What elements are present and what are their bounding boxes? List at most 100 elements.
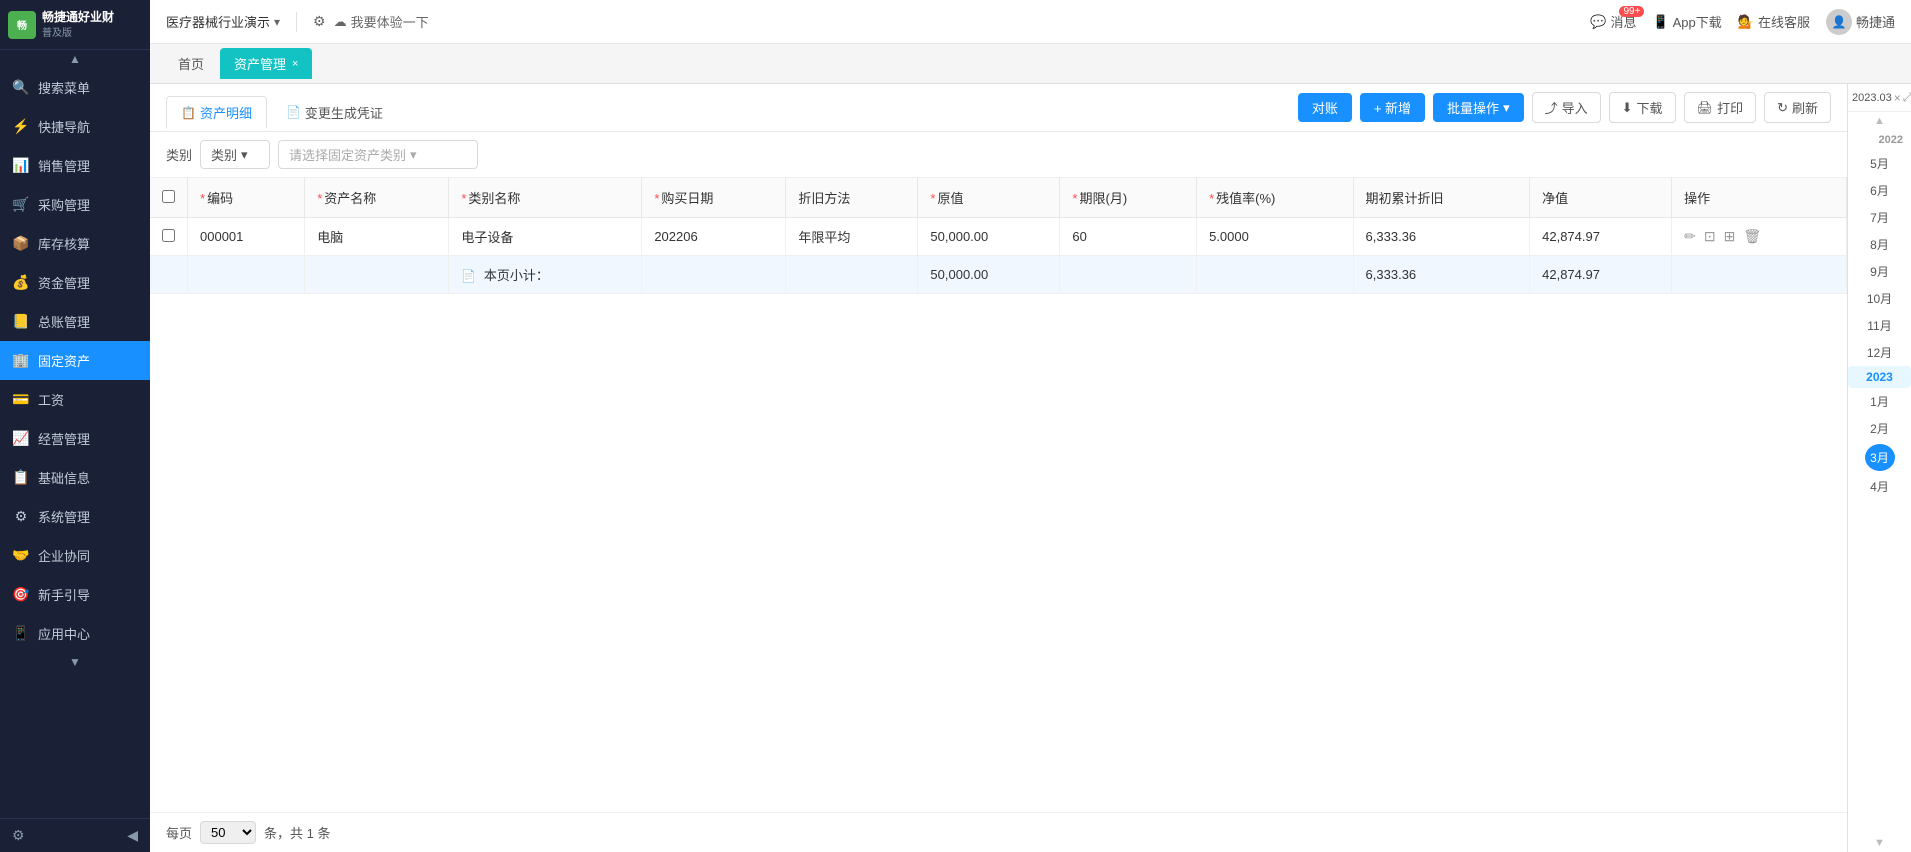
refresh-btn[interactable]: ↻ 刷新 bbox=[1764, 92, 1831, 123]
date-panel-year: 2023.03 bbox=[1852, 92, 1892, 104]
select-all-checkbox[interactable] bbox=[162, 190, 175, 203]
new-btn[interactable]: + 新增 bbox=[1360, 93, 1425, 122]
date-item-apr[interactable]: 4月 bbox=[1848, 473, 1911, 500]
date-item-6[interactable]: 6月 bbox=[1848, 177, 1911, 204]
date-item-11[interactable]: 11月 bbox=[1848, 312, 1911, 339]
sidebar-scroll-up[interactable]: ▲ bbox=[0, 50, 150, 68]
sidebar-item-inventory[interactable]: 📦 库存核算 bbox=[0, 224, 150, 263]
col-operation: 操作 bbox=[1672, 178, 1847, 218]
sidebar: 畅 畅捷通好业财 普及版 ▲ 🔍 搜索菜单 ⚡ 快捷导航 📊 销售管理 🛒 采购… bbox=[0, 0, 150, 852]
filter-select-placeholder: 类别 bbox=[211, 145, 237, 164]
edit-icon[interactable]: ✏ bbox=[1684, 228, 1696, 245]
sub-tab-bar: 📋 资产明细 📄 变更生成凭证 对账 + 新增 批量操作 ▾ bbox=[150, 84, 1847, 132]
tab-asset-management[interactable]: 资产管理 × bbox=[220, 48, 312, 79]
page-size-select[interactable]: 50 10 20 100 bbox=[200, 821, 256, 844]
import-btn[interactable]: ⤴ 导入 bbox=[1532, 92, 1601, 123]
topbar-gear-icon[interactable]: ⚙ bbox=[313, 13, 326, 30]
topbar-right: 💬 消息 99+ 📱 App下载 💁 在线客服 👤 畅捷通 bbox=[1590, 9, 1895, 35]
total-label: 条，共 1 条 bbox=[264, 823, 330, 842]
sidebar-item-general[interactable]: 📒 总账管理 bbox=[0, 302, 150, 341]
filter-asset-placeholder: 请选择固定资产类别 bbox=[289, 145, 406, 164]
sidebar-item-purchase[interactable]: 🛒 采购管理 bbox=[0, 185, 150, 224]
col-period: *期限(月) bbox=[1060, 178, 1197, 218]
batch-btn[interactable]: 批量操作 ▾ bbox=[1433, 93, 1524, 122]
sidebar-item-sales[interactable]: 📊 销售管理 bbox=[0, 146, 150, 185]
sales-icon: 📊 bbox=[12, 157, 30, 174]
sidebar-footer: ⚙ ◀ bbox=[0, 818, 150, 852]
date-item-feb[interactable]: 2月 bbox=[1848, 415, 1911, 442]
more-icon[interactable]: ⊞ bbox=[1724, 228, 1736, 245]
date-item-8[interactable]: 8月 bbox=[1848, 231, 1911, 258]
date-panel-close-btn[interactable]: × bbox=[1894, 91, 1901, 105]
asset-table: *编码 *资产名称 *类别名称 *购买日期 bbox=[150, 178, 1847, 294]
sub-tab-asset-list[interactable]: 📋 资产明细 bbox=[166, 96, 267, 129]
sidebar-item-guide[interactable]: 🎯 新手引导 bbox=[0, 575, 150, 614]
col-code: *编码 bbox=[188, 178, 305, 218]
delete-icon[interactable]: 🗑 bbox=[1743, 228, 1761, 245]
content-area: 📋 资产明细 📄 变更生成凭证 对账 + 新增 批量操作 ▾ bbox=[150, 84, 1911, 852]
sidebar-item-operations[interactable]: 📈 经营管理 bbox=[0, 419, 150, 458]
payroll-icon: 💳 bbox=[12, 391, 30, 408]
year-current-header[interactable]: 2023 bbox=[1848, 366, 1911, 388]
date-item-mar-active[interactable]: 3月 bbox=[1865, 444, 1895, 471]
date-item-12[interactable]: 12月 bbox=[1848, 339, 1911, 366]
date-item-5[interactable]: 5月 bbox=[1848, 150, 1911, 177]
service-icon: 💁 bbox=[1738, 14, 1754, 30]
ledger-btn[interactable]: 对账 bbox=[1298, 93, 1352, 122]
date-scroll-up-btn[interactable]: ▲ bbox=[1848, 112, 1911, 130]
date-scroll-down-btn[interactable]: ▼ bbox=[1848, 834, 1911, 852]
collapse-icon[interactable]: ◀ bbox=[127, 827, 138, 844]
search-icon: 🔍 bbox=[12, 79, 30, 96]
experience-btn[interactable]: ☁ 我要体验一下 bbox=[334, 12, 429, 31]
sidebar-item-app-center[interactable]: 📱 应用中心 bbox=[0, 614, 150, 653]
online-service-btn[interactable]: 💁 在线客服 bbox=[1738, 12, 1810, 31]
messages-btn[interactable]: 💬 消息 99+ bbox=[1590, 12, 1636, 31]
date-item-jan[interactable]: 1月 bbox=[1848, 388, 1911, 415]
filter-asset-category-input[interactable]: 请选择固定资产类别 ▾ bbox=[278, 140, 478, 169]
col-name: *资产名称 bbox=[305, 178, 449, 218]
sidebar-item-label: 经营管理 bbox=[38, 429, 90, 448]
sidebar-item-quick-nav[interactable]: ⚡ 快捷导航 bbox=[0, 107, 150, 146]
filter-category-select[interactable]: 类别 ▾ bbox=[200, 140, 270, 169]
app-download-btn[interactable]: 📱 App下载 bbox=[1652, 12, 1721, 31]
date-panel-header: 2023.03 × ⤢ bbox=[1848, 84, 1911, 112]
sidebar-item-label: 系统管理 bbox=[38, 507, 90, 526]
date-panel-expand-btn[interactable]: ⤢ bbox=[1903, 90, 1911, 105]
sidebar-item-search[interactable]: 🔍 搜索菜单 bbox=[0, 68, 150, 107]
messages-badge: 99+ bbox=[1619, 6, 1644, 17]
sidebar-item-capital[interactable]: 💰 资金管理 bbox=[0, 263, 150, 302]
op-icons: ✏ ⊡ ⊞ 🗑 bbox=[1684, 228, 1834, 245]
sidebar-item-basic-info[interactable]: 📋 基础信息 bbox=[0, 458, 150, 497]
per-page-label: 每页 bbox=[166, 823, 192, 842]
row-checkbox[interactable] bbox=[162, 229, 175, 242]
topbar: 医疗器械行业演示 ▾ ⚙ ☁ 我要体验一下 💬 消息 99+ 📱 App下载 💁… bbox=[150, 0, 1911, 44]
cell-code: 000001 bbox=[188, 218, 305, 256]
print-btn[interactable]: 🖨 打印 bbox=[1684, 92, 1757, 123]
copy-icon[interactable]: ⊡ bbox=[1704, 228, 1716, 245]
guide-icon: 🎯 bbox=[12, 586, 30, 603]
download-icon: 📱 bbox=[1652, 14, 1668, 30]
refresh-icon: ↻ bbox=[1777, 100, 1788, 116]
sidebar-nav: ▲ 🔍 搜索菜单 ⚡ 快捷导航 📊 销售管理 🛒 采购管理 📦 库存核算 💰 资… bbox=[0, 50, 150, 818]
sidebar-scroll-down[interactable]: ▼ bbox=[0, 653, 150, 671]
tab-home[interactable]: 首页 bbox=[166, 48, 216, 79]
app-version: 普及版 bbox=[42, 24, 114, 39]
sidebar-item-system[interactable]: ⚙ 系统管理 bbox=[0, 497, 150, 536]
company-selector[interactable]: 医疗器械行业演示 ▾ bbox=[166, 12, 280, 31]
sidebar-item-payroll[interactable]: 💳 工资 bbox=[0, 380, 150, 419]
tab-close-btn[interactable]: × bbox=[292, 58, 298, 70]
user-avatar-btn[interactable]: 👤 畅捷通 bbox=[1826, 9, 1895, 35]
date-item-7[interactable]: 7月 bbox=[1848, 204, 1911, 231]
date-item-10[interactable]: 10月 bbox=[1848, 285, 1911, 312]
basic-info-icon: 📋 bbox=[12, 469, 30, 486]
asset-list-icon: 📋 bbox=[181, 106, 196, 120]
col-residual-rate: *残值率(%) bbox=[1197, 178, 1353, 218]
settings-icon[interactable]: ⚙ bbox=[12, 827, 25, 844]
sidebar-item-enterprise[interactable]: 🤝 企业协同 bbox=[0, 536, 150, 575]
download-btn[interactable]: ⬇ 下载 bbox=[1609, 92, 1676, 123]
subtotal-row: 📄 本页小计： 50,000.00 6,333.36 42,874.97 bbox=[150, 256, 1847, 294]
sub-tab-voucher-gen[interactable]: 📄 变更生成凭证 bbox=[271, 95, 398, 128]
print-label: 打印 bbox=[1717, 98, 1743, 117]
date-item-9[interactable]: 9月 bbox=[1848, 258, 1911, 285]
sidebar-item-fixed-assets[interactable]: 🏢 固定资产 bbox=[0, 341, 150, 380]
